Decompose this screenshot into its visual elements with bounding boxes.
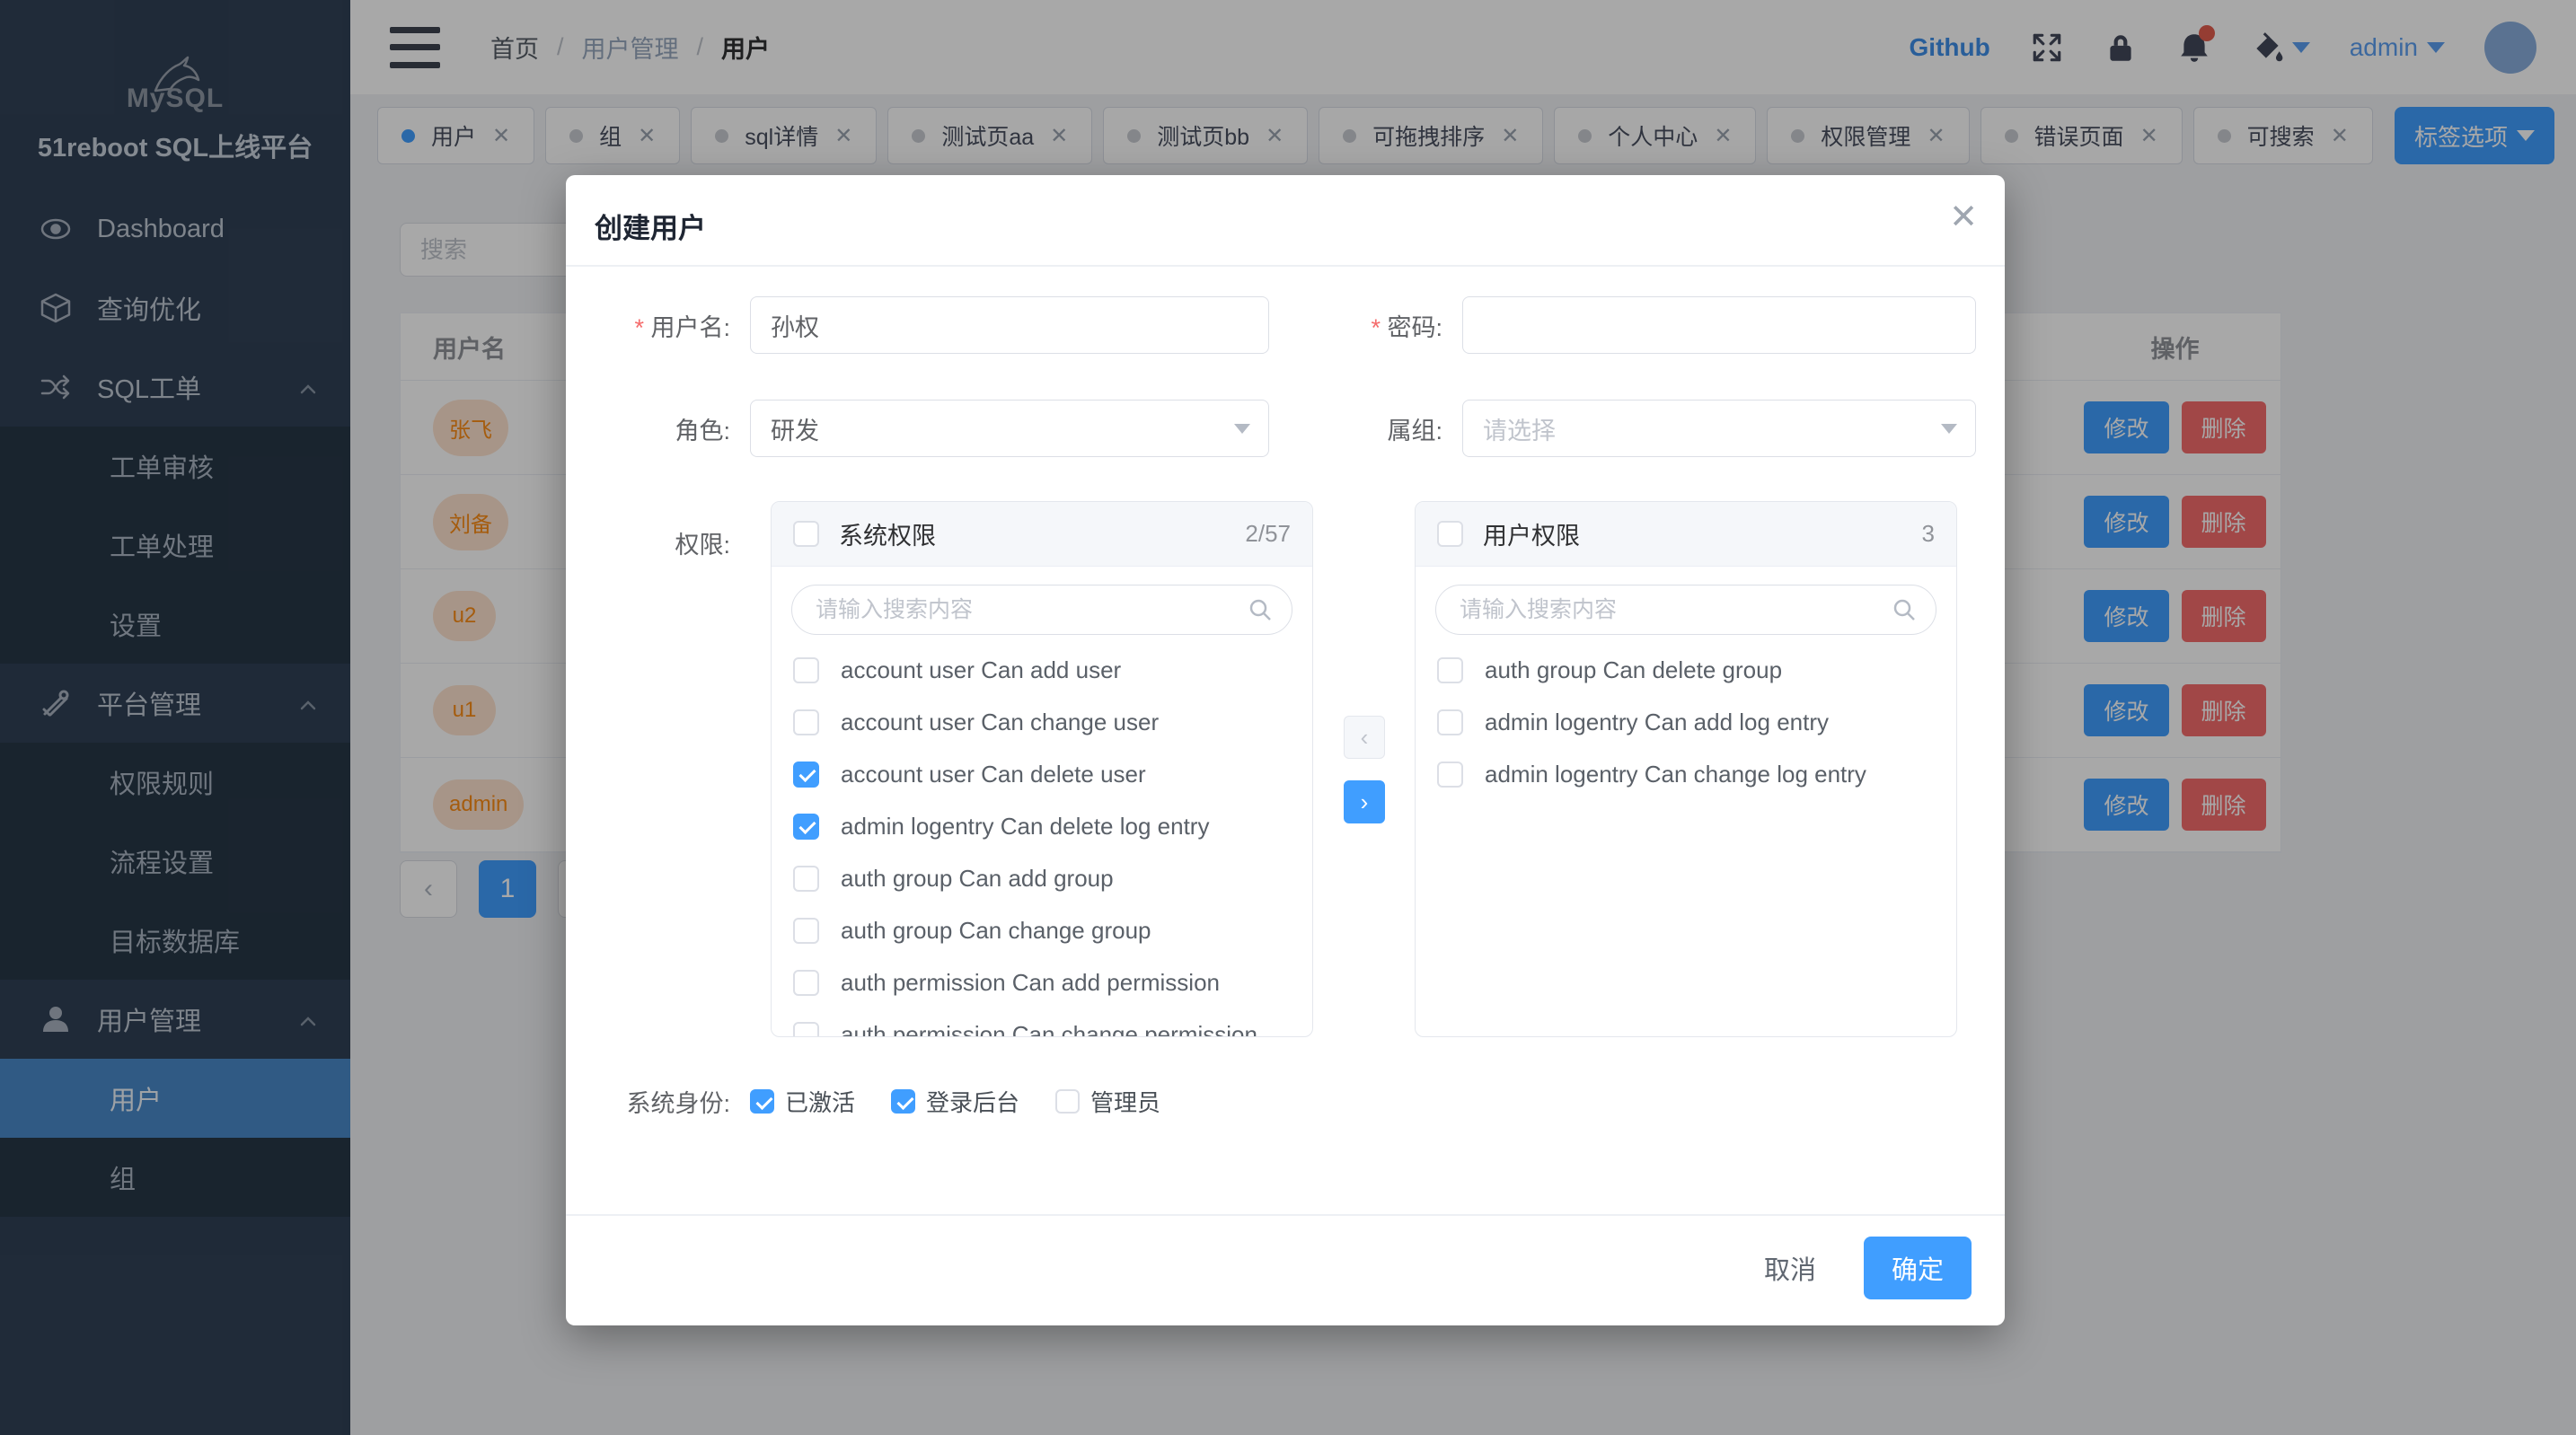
item-checkbox[interactable] (793, 762, 819, 788)
permission-item[interactable]: auth group Can delete group (1416, 644, 1956, 696)
item-checkbox[interactable] (793, 657, 819, 683)
item-checkbox[interactable] (793, 866, 819, 892)
group-label: 属组: (1257, 411, 1462, 446)
transfer-target-header: 用户权限 3 (1416, 502, 1956, 567)
transfer-target-title: 用户权限 (1483, 516, 1902, 551)
app-root: MySQL 51reboot SQL上线平台 Dashboard 查询优化 SQ… (0, 0, 2576, 1435)
search-icon (1892, 597, 1917, 622)
item-checkbox[interactable] (793, 814, 819, 840)
dialog-header-divider (566, 265, 2005, 267)
transfer-search-input[interactable] (1435, 585, 1936, 635)
username-label: 用户名: (566, 308, 750, 343)
identity-active[interactable]: 已激活 (750, 1085, 855, 1118)
confirm-button[interactable]: 确定 (1864, 1237, 1972, 1299)
create-user-dialog: 创建用户 用户名: 密码: 角色: 研发 属组: 请选择 权限: 系统权 (566, 175, 2005, 1325)
checkbox[interactable] (1055, 1089, 1080, 1114)
permission-item[interactable]: auth permission Can change permission (772, 1008, 1312, 1036)
password-label: 密码: (1257, 308, 1462, 343)
permission-item[interactable]: admin logentry Can add log entry (1416, 696, 1956, 748)
identity-backend-login[interactable]: 登录后台 (891, 1085, 1019, 1118)
transfer-target-panel: 用户权限 3 auth group Can delete group admin… (1415, 501, 1957, 1037)
cancel-button[interactable]: 取消 (1750, 1237, 1831, 1299)
dialog-title: 创建用户 (595, 206, 706, 246)
permission-item[interactable]: admin logentry Can delete log entry (772, 800, 1312, 852)
item-checkbox[interactable] (1437, 657, 1463, 683)
transfer-source-panel: 系统权限 2/57 account user Can add user acco… (771, 501, 1313, 1037)
transfer-to-right-button[interactable] (1344, 780, 1385, 823)
permission-item[interactable]: auth permission Can add permission (772, 956, 1312, 1008)
transfer-source-title: 系统权限 (839, 516, 1225, 551)
role-label: 角色: (566, 411, 750, 446)
transfer-target-list: auth group Can delete group admin logent… (1416, 644, 1956, 1036)
permission-item[interactable]: account user Can delete user (772, 748, 1312, 800)
transfer-target-search (1435, 585, 1936, 635)
transfer-search-input[interactable] (791, 585, 1292, 635)
permission-item[interactable]: admin logentry Can change log entry (1416, 748, 1956, 800)
item-checkbox[interactable] (1437, 762, 1463, 788)
item-checkbox[interactable] (793, 1022, 819, 1037)
search-icon (1248, 597, 1273, 622)
role-select[interactable]: 研发 (750, 400, 1269, 457)
close-icon[interactable] (1949, 200, 1978, 234)
select-all-checkbox[interactable] (1437, 521, 1463, 547)
permission-item[interactable]: account user Can add user (772, 644, 1312, 696)
select-all-checkbox[interactable] (793, 521, 819, 547)
item-checkbox[interactable] (1437, 709, 1463, 735)
identity-row: 系统身份: 已激活 登录后台 管理员 (566, 1084, 1196, 1119)
transfer-source-count: 2/57 (1245, 520, 1291, 548)
chevron-down-icon (1941, 424, 1957, 434)
checkbox[interactable] (750, 1089, 774, 1114)
transfer-source-list: account user Can add user account user C… (772, 644, 1312, 1036)
item-checkbox[interactable] (793, 709, 819, 735)
item-checkbox[interactable] (793, 918, 819, 944)
checkbox[interactable] (891, 1089, 915, 1114)
password-field[interactable] (1462, 296, 1976, 354)
permission-item[interactable]: auth group Can add group (772, 852, 1312, 904)
identity-label: 系统身份: (566, 1084, 750, 1119)
identity-admin[interactable]: 管理员 (1055, 1085, 1160, 1118)
chevron-down-icon (1234, 424, 1250, 434)
transfer-source-header: 系统权限 2/57 (772, 502, 1312, 567)
username-field[interactable] (750, 296, 1269, 354)
group-select[interactable]: 请选择 (1462, 400, 1976, 457)
dialog-footer-divider (566, 1214, 2005, 1216)
permission-item[interactable]: auth group Can change group (772, 904, 1312, 956)
transfer-target-count: 3 (1922, 520, 1935, 548)
item-checkbox[interactable] (793, 970, 819, 996)
permission-item[interactable]: account user Can change user (772, 696, 1312, 748)
transfer-to-left-button[interactable] (1344, 716, 1385, 759)
permissions-label: 权限: (566, 525, 750, 560)
transfer-source-search (791, 585, 1292, 635)
